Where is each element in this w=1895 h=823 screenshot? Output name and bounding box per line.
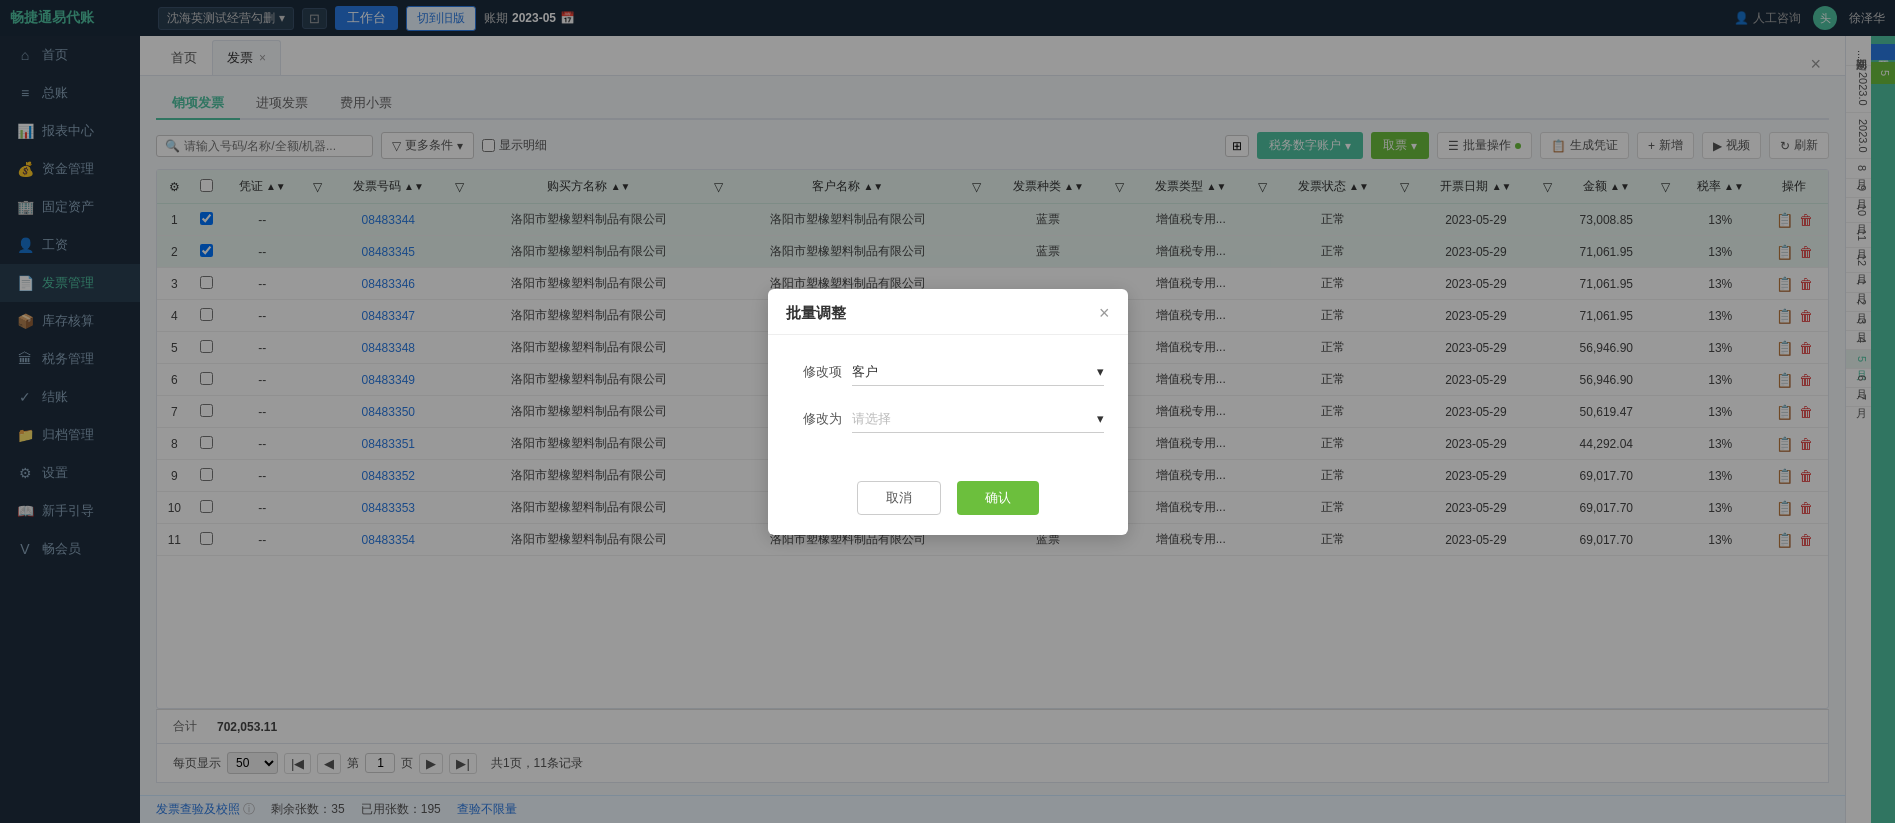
modal-body: 修改项 客户 ▾ 修改为 请选择 ▾ [768,335,1128,469]
modal-overlay: 批量调整 × 修改项 客户 ▾ 修改为 请选择 ▾ 取消 确认 [0,0,1895,823]
field-label: 修改项 [792,363,842,381]
change-select[interactable]: 请选择 ▾ [852,406,1104,433]
field-value: 客户 [852,363,878,381]
batch-adjust-modal: 批量调整 × 修改项 客户 ▾ 修改为 请选择 ▾ 取消 确认 [768,289,1128,535]
modal-header: 批量调整 × [768,289,1128,335]
change-label: 修改为 [792,410,842,428]
form-row-change: 修改为 请选择 ▾ [792,406,1104,433]
form-row-field: 修改项 客户 ▾ [792,359,1104,386]
change-chevron-icon: ▾ [1097,411,1104,426]
modal-footer: 取消 确认 [768,469,1128,535]
field-select[interactable]: 客户 ▾ [852,359,1104,386]
field-chevron-icon: ▾ [1097,364,1104,379]
modal-title: 批量调整 [786,304,846,323]
modal-cancel-btn[interactable]: 取消 [857,481,941,515]
change-placeholder: 请选择 [852,410,891,428]
modal-confirm-btn[interactable]: 确认 [957,481,1039,515]
modal-close-btn[interactable]: × [1099,303,1110,324]
